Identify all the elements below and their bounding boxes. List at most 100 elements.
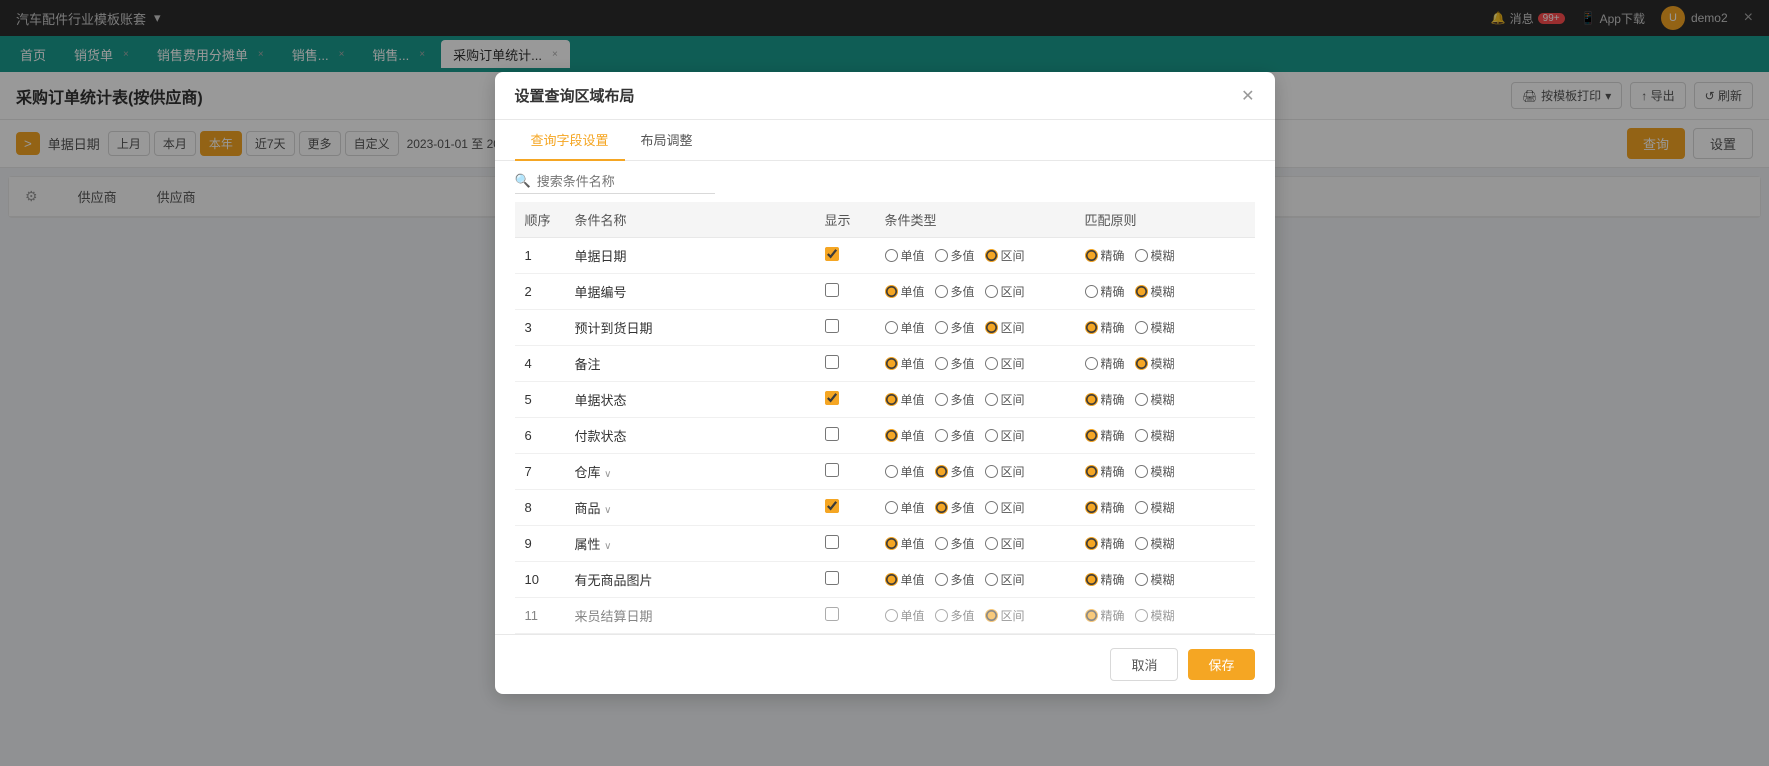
row-10-type-t-single-10[interactable]: 单值 [885,607,925,624]
row-2-name: 预计到货日期 [565,310,815,346]
row-7-type-t-range-7[interactable]: 区间 [985,499,1025,516]
row-3-match: 精确模糊 [1075,346,1255,382]
col-header-match: 匹配原则 [1075,202,1255,238]
row-4-type-t-single-4[interactable]: 单值 [885,391,925,408]
modal-tab-layout[interactable]: 布局调整 [625,120,709,161]
table-row: 7仓库 ∨单值多值区间精确模糊 [515,454,1255,490]
row-5-type-t-range-5[interactable]: 区间 [985,427,1025,444]
row-4-type-t-multi-4[interactable]: 多值 [935,391,975,408]
row-5-match-m-fuzzy-5[interactable]: 模糊 [1135,427,1175,444]
row-2-type-t-single-2[interactable]: 单值 [885,319,925,336]
row-1-name: 单据编号 [565,274,815,310]
row-0-type-t-range-0[interactable]: 区间 [985,247,1025,264]
row-2-type-t-multi-2[interactable]: 多值 [935,319,975,336]
row-7-match-m-fuzzy-7[interactable]: 模糊 [1135,499,1175,516]
row-3-type-t-single-3[interactable]: 单值 [885,355,925,372]
row-7-type-t-multi-7[interactable]: 多值 [935,499,975,516]
row-1-type-t-multi-1[interactable]: 多值 [935,283,975,300]
row-10-type-t-multi-10[interactable]: 多值 [935,607,975,624]
row-4-type-t-range-4[interactable]: 区间 [985,391,1025,408]
row-4-match: 精确模糊 [1075,382,1255,418]
row-6-type-t-range-6[interactable]: 区间 [985,463,1025,480]
row-6-match-m-fuzzy-6[interactable]: 模糊 [1135,463,1175,480]
modal-table-wrap: 顺序 条件名称 显示 条件类型 匹配原则 1单据日期单值多值区间精确模糊2单据编… [495,202,1275,634]
modal-close-button[interactable]: ✕ [1241,86,1254,106]
row-5-type-t-multi-5[interactable]: 多值 [935,427,975,444]
row-1-match-m-fuzzy-1[interactable]: 模糊 [1135,283,1175,300]
table-row: 3预计到货日期 单值多值区间 精确模糊 [515,310,1255,346]
row-8-type-t-single-8[interactable]: 单值 [885,535,925,552]
row-0-type: 单值多值区间 [875,238,1075,274]
row-5-match-m-exact-5[interactable]: 精确 [1085,427,1125,444]
row-4-show-checkbox[interactable] [825,391,839,405]
table-row: 6付款状态单值多值区间精确模糊 [515,418,1255,454]
row-10-type-t-range-10[interactable]: 区间 [985,607,1025,624]
row-4-match-m-exact-4[interactable]: 精确 [1085,391,1125,408]
row-3-type-t-multi-3[interactable]: 多值 [935,355,975,372]
row-1-type-t-single-1[interactable]: 单值 [885,283,925,300]
row-9-type-t-multi-9[interactable]: 多值 [935,571,975,588]
modal-title: 设置查询区域布局 [515,85,635,106]
row-3-match-m-exact-3[interactable]: 精确 [1085,355,1125,372]
row-5-show-checkbox[interactable] [825,427,839,441]
row-6-show-checkbox[interactable] [825,463,839,477]
row-0-type-t-multi-0[interactable]: 多值 [935,247,975,264]
row-7-show-checkbox[interactable] [825,499,839,513]
row-7-type-t-single-7[interactable]: 单值 [885,499,925,516]
row-9-match-m-exact-9[interactable]: 精确 [1085,571,1125,588]
table-header: 顺序 条件名称 显示 条件类型 匹配原则 [515,202,1255,238]
row-9-type-t-range-9[interactable]: 区间 [985,571,1025,588]
row-8-match-m-exact-8[interactable]: 精确 [1085,535,1125,552]
row-1-show-checkbox[interactable] [825,283,839,297]
row-9-show-checkbox[interactable] [825,571,839,585]
row-5-type-t-single-5[interactable]: 单值 [885,427,925,444]
row-6-type-t-single-6[interactable]: 单值 [885,463,925,480]
row-10-name: 来员结算日期 [565,598,815,634]
row-7-show [815,490,875,526]
cancel-button[interactable]: 取消 [1110,648,1178,681]
row-8-type-t-range-8[interactable]: 区间 [985,535,1025,552]
row-6-type-t-multi-6[interactable]: 多值 [935,463,975,480]
table-row: 2单据编号单值多值区间精确模糊 [515,274,1255,310]
row-3-match-m-fuzzy-3[interactable]: 模糊 [1135,355,1175,372]
row-5-type: 单值多值区间 [875,418,1075,454]
row-8-match-m-fuzzy-8[interactable]: 模糊 [1135,535,1175,552]
row-7-match: 精确模糊 [1075,490,1255,526]
row-2-match-m-exact-2[interactable]: 精确 [1085,319,1125,336]
row-9-show [815,562,875,598]
row-2-order: 3 [515,310,565,346]
row-10-match-m-exact-10[interactable]: 精确 [1085,607,1125,624]
row-6-type: 单值多值区间 [875,454,1075,490]
row-3-type-t-range-3[interactable]: 区间 [985,355,1025,372]
col-header-show: 显示 [815,202,875,238]
row-0-type-t-single-0[interactable]: 单值 [885,247,925,264]
row-7-match-m-exact-7[interactable]: 精确 [1085,499,1125,516]
row-0-show-checkbox[interactable] [825,247,839,261]
row-2-show-checkbox[interactable] [825,319,839,333]
row-5-show [815,418,875,454]
row-5-match: 精确模糊 [1075,418,1255,454]
row-6-match-m-exact-6[interactable]: 精确 [1085,463,1125,480]
modal-overlay: 设置查询区域布局 ✕ 查询字段设置 布局调整 🔍 顺序 [0,0,1769,766]
row-1-match: 精确模糊 [1075,274,1255,310]
row-0-match-m-fuzzy-0[interactable]: 模糊 [1135,247,1175,264]
row-10-match-m-fuzzy-10[interactable]: 模糊 [1135,607,1175,624]
row-10-order: 11 [515,598,565,634]
row-3-show-checkbox[interactable] [825,355,839,369]
search-input[interactable] [537,174,715,189]
modal-tab-query-fields[interactable]: 查询字段设置 [515,120,625,161]
save-button[interactable]: 保存 [1188,649,1254,680]
row-2-show [815,310,875,346]
row-2-type-t-range-2[interactable]: 区间 [985,319,1025,336]
row-10-show-checkbox[interactable] [825,607,839,621]
row-9-match-m-fuzzy-9[interactable]: 模糊 [1135,571,1175,588]
row-4-match-m-fuzzy-4[interactable]: 模糊 [1135,391,1175,408]
row-8-show-checkbox[interactable] [825,535,839,549]
row-0-match-m-exact-0[interactable]: 精确 [1085,247,1125,264]
row-2-match-m-fuzzy-2[interactable]: 模糊 [1135,319,1175,336]
row-7-type: 单值多值区间 [875,490,1075,526]
row-1-match-m-exact-1[interactable]: 精确 [1085,283,1125,300]
row-1-type-t-range-1[interactable]: 区间 [985,283,1025,300]
row-9-type-t-single-9[interactable]: 单值 [885,571,925,588]
row-8-type-t-multi-8[interactable]: 多值 [935,535,975,552]
